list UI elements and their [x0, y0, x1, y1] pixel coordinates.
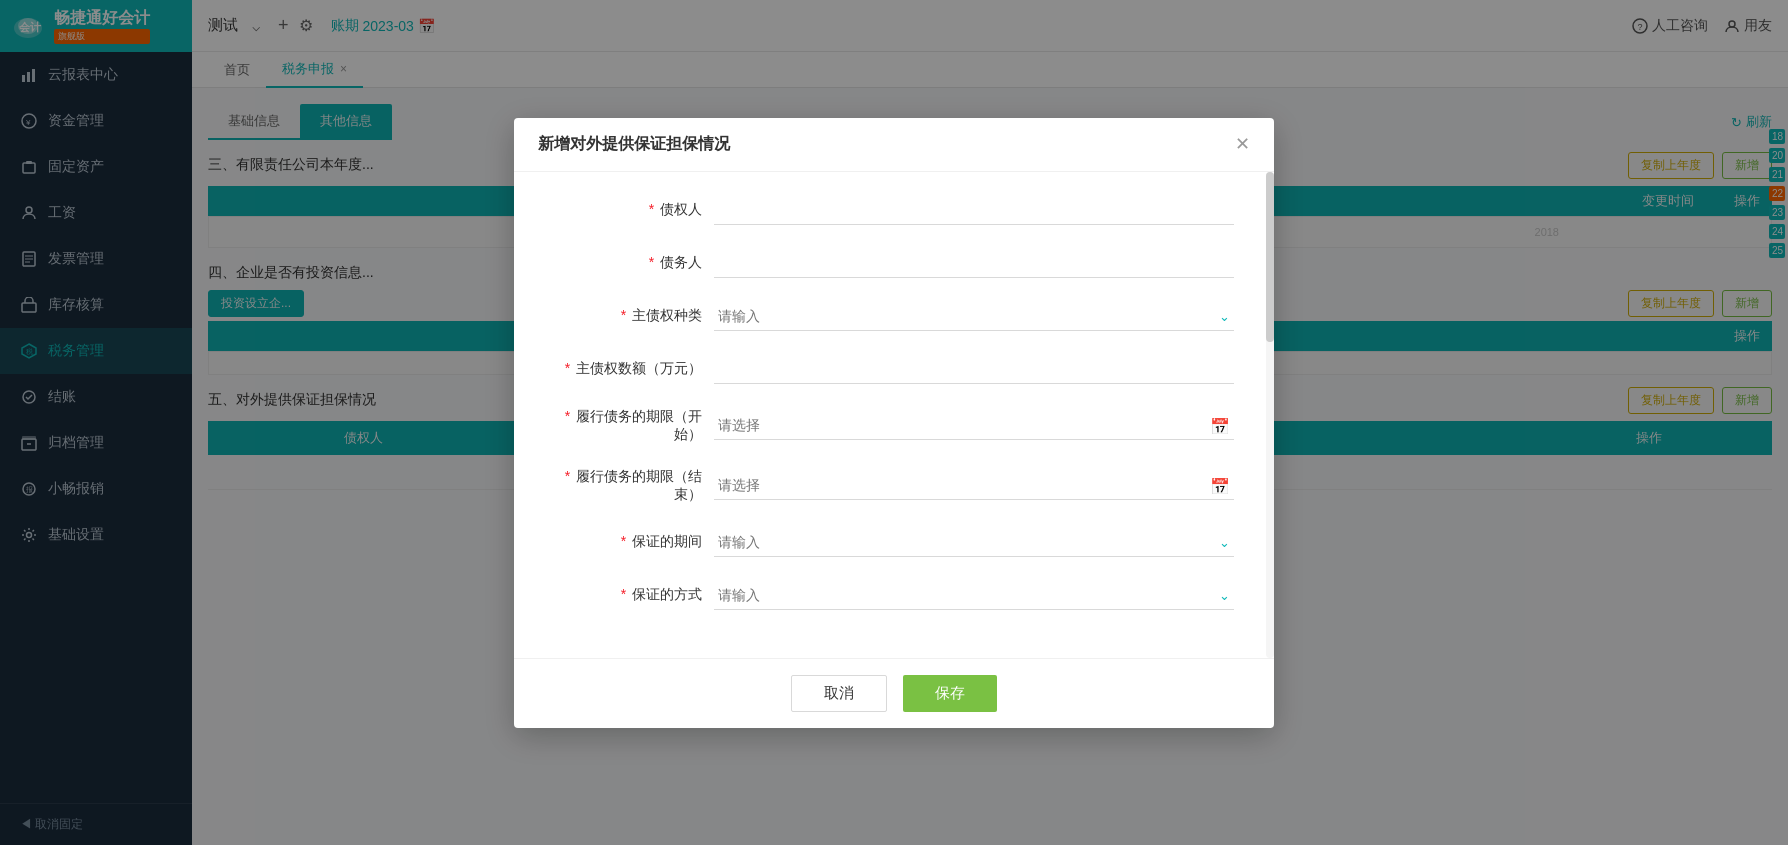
modal-body: * 债权人 * 债务人 * 主债权种类	[514, 172, 1274, 658]
input-wrap-guarantee-period: ⌄	[714, 528, 1234, 557]
claim-type-input[interactable]	[714, 302, 1234, 331]
cancel-button[interactable]: 取消	[791, 675, 887, 712]
form-row-creditor: * 债权人	[554, 196, 1234, 225]
form-row-guarantee-method: * 保证的方式 ⌄	[554, 581, 1234, 610]
form-row-claim-amount: * 主债权数额（万元）	[554, 355, 1234, 384]
input-wrap-guarantee-method: ⌄	[714, 581, 1234, 610]
creditor-input[interactable]	[714, 196, 1234, 225]
label-debtor: * 债务人	[554, 254, 714, 272]
label-guarantee-period: * 保证的期间	[554, 533, 714, 551]
obligation-end-input[interactable]	[714, 471, 1234, 500]
save-button[interactable]: 保存	[903, 675, 997, 712]
form-row-claim-type: * 主债权种类 ⌄	[554, 302, 1234, 331]
label-claim-type: * 主债权种类	[554, 307, 714, 325]
modal-footer: 取消 保存	[514, 658, 1274, 728]
input-wrap-debtor	[714, 249, 1234, 278]
modal-overlay: 新增对外提供保证担保情况 ✕ * 债权人 * 债务人	[0, 0, 1788, 845]
label-obligation-start: * 履行债务的期限（开始）	[554, 408, 714, 444]
obligation-start-input[interactable]	[714, 411, 1234, 440]
label-claim-amount: * 主债权数额（万元）	[554, 360, 714, 378]
modal-header: 新增对外提供保证担保情况 ✕	[514, 118, 1274, 172]
label-guarantee-method: * 保证的方式	[554, 586, 714, 604]
guarantee-period-input[interactable]	[714, 528, 1234, 557]
label-creditor: * 债权人	[554, 201, 714, 219]
debtor-input[interactable]	[714, 249, 1234, 278]
modal-dialog: 新增对外提供保证担保情况 ✕ * 债权人 * 债务人	[514, 118, 1274, 728]
input-wrap-obligation-end: 📅	[714, 471, 1234, 500]
modal-close-btn[interactable]: ✕	[1235, 135, 1250, 153]
form-row-obligation-end: * 履行债务的期限（结束） 📅	[554, 468, 1234, 504]
input-wrap-creditor	[714, 196, 1234, 225]
form-row-debtor: * 债务人	[554, 249, 1234, 278]
modal-scrollbar-track	[1266, 172, 1274, 658]
guarantee-method-input[interactable]	[714, 581, 1234, 610]
label-obligation-end: * 履行债务的期限（结束）	[554, 468, 714, 504]
modal-scrollbar-thumb[interactable]	[1266, 172, 1274, 342]
claim-amount-input[interactable]	[714, 355, 1234, 384]
input-wrap-claim-type: ⌄	[714, 302, 1234, 331]
input-wrap-obligation-start: 📅	[714, 411, 1234, 440]
form-row-obligation-start: * 履行债务的期限（开始） 📅	[554, 408, 1234, 444]
input-wrap-claim-amount	[714, 355, 1234, 384]
modal-title: 新增对外提供保证担保情况	[538, 134, 730, 155]
form-row-guarantee-period: * 保证的期间 ⌄	[554, 528, 1234, 557]
